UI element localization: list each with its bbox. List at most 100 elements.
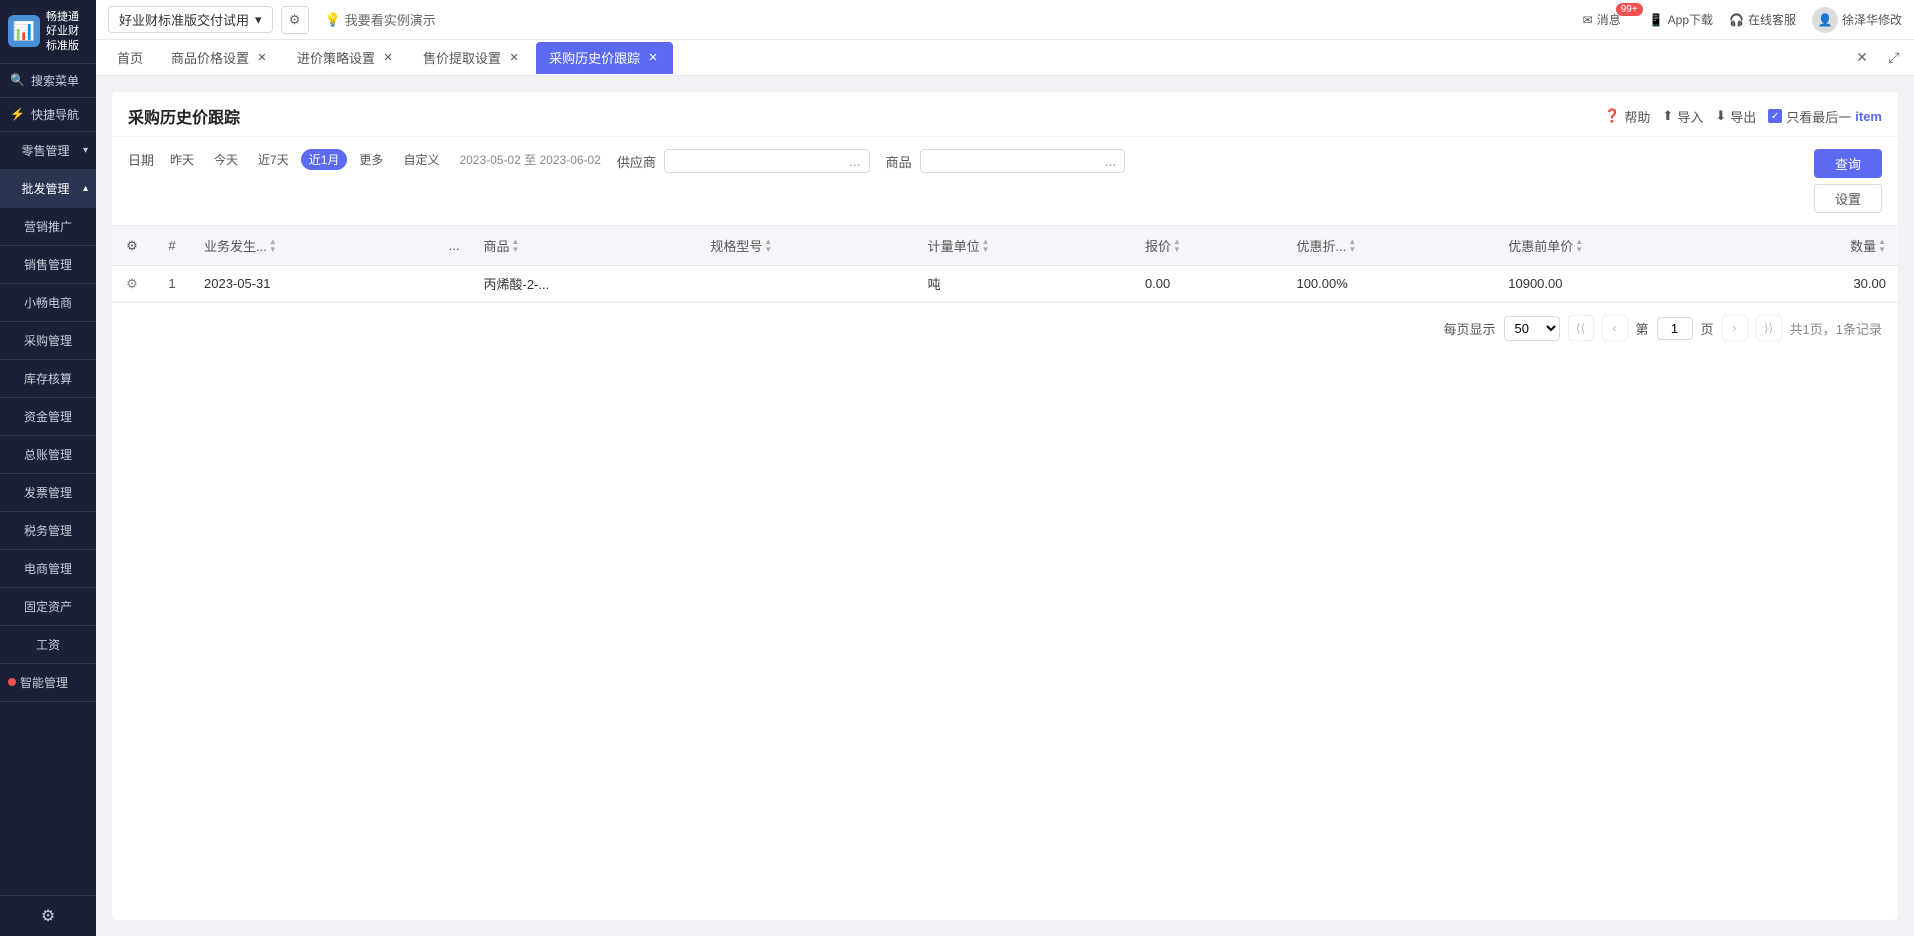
sidebar-item-retail[interactable]: 零售管理 ▾	[0, 132, 96, 170]
tab-home[interactable]: 首页	[104, 42, 156, 74]
th-product[interactable]: 商品 ▲▼	[472, 226, 699, 266]
last-only-checkbox-wrap[interactable]: ✓ 只看最后一 item	[1768, 107, 1882, 126]
sidebar-item-tax[interactable]: 税务管理	[0, 512, 96, 550]
sidebar-search[interactable]: 🔍 搜索菜单	[0, 64, 96, 98]
th-gear[interactable]: ⚙	[112, 226, 152, 266]
sidebar-item-sales[interactable]: 销售管理	[0, 246, 96, 284]
date-option-yesterday[interactable]: 昨天	[162, 149, 202, 170]
sort-arrows-unit: ▲▼	[982, 238, 990, 254]
per-page-label: 每页显示	[1443, 319, 1495, 338]
chevron-down-icon: ▾	[83, 145, 88, 156]
app-logo-icon: 📊	[8, 15, 40, 47]
tab-fullscreen-button[interactable]: ⤢	[1882, 46, 1906, 70]
demo-button[interactable]: 💡 我要看实例演示	[325, 10, 436, 29]
version-selector[interactable]: 好业财标准版交付试用 ▾	[108, 6, 273, 33]
sidebar-item-ecommerce-small[interactable]: 小畅电商	[0, 284, 96, 322]
user-profile-button[interactable]: 👤 徐泽华修改	[1812, 7, 1902, 33]
th-price[interactable]: 报价 ▲▼	[1133, 226, 1285, 266]
online-service-button[interactable]: 🎧 在线客服	[1729, 11, 1796, 28]
tab-close-button[interactable]: ✕	[1850, 46, 1874, 70]
th-more-label: ...	[449, 238, 460, 253]
date-option-today[interactable]: 今天	[206, 149, 246, 170]
chevron-down-icon: ▾	[255, 12, 262, 28]
th-date[interactable]: 业务发生... ▲▼	[192, 226, 437, 266]
sidebar-item-marketing[interactable]: 营销推广	[0, 208, 96, 246]
item-text: item	[1855, 109, 1882, 124]
tab-bar: 首页 商品价格设置 ✕ 进价策略设置 ✕ 售价提取设置 ✕ 采购历史价跟踪 ✕ …	[96, 40, 1914, 76]
td-price: 0.00	[1133, 266, 1285, 302]
tab-purchase-strategy-close[interactable]: ✕	[381, 51, 395, 65]
tab-sale-price[interactable]: 售价提取设置 ✕	[410, 42, 534, 74]
sort-arrows-date: ▲▼	[269, 238, 277, 254]
export-button[interactable]: ⬇ 导出	[1715, 107, 1756, 126]
headset-icon: 🎧	[1729, 13, 1744, 27]
chevron-up-icon: ▴	[83, 183, 88, 194]
first-page-button[interactable]: ⟨⟨	[1568, 315, 1594, 341]
table-row: ⚙ 1 2023-05-31 丙烯酸-2-... 吨 0.00 100.00% …	[112, 266, 1898, 302]
sidebar-item-wholesale[interactable]: 批发管理 ▴	[0, 170, 96, 208]
sidebar-item-smart[interactable]: 智能管理	[0, 664, 96, 702]
td-more	[437, 266, 472, 302]
sidebar-item-account[interactable]: 总账管理	[0, 436, 96, 474]
sidebar-item-assets[interactable]: 固定资产	[0, 588, 96, 626]
help-button[interactable]: ❓ 帮助	[1604, 107, 1650, 126]
query-button[interactable]: 查询	[1814, 149, 1882, 178]
sidebar-item-settings[interactable]: ⚙	[0, 895, 96, 936]
date-option-week7[interactable]: 近7天	[250, 149, 297, 170]
th-discount[interactable]: 优惠折... ▲▼	[1284, 226, 1496, 266]
product-input[interactable]	[929, 154, 1105, 169]
tab-purchase-strategy-label: 进价策略设置	[297, 48, 375, 67]
tab-sale-price-close[interactable]: ✕	[507, 51, 521, 65]
th-spec[interactable]: 规格型号 ▲▼	[698, 226, 915, 266]
th-quantity[interactable]: 数量 ▲▼	[1746, 226, 1898, 266]
tab-price-close[interactable]: ✕	[255, 51, 269, 65]
messages-button[interactable]: ✉ 消息 99+	[1583, 11, 1633, 28]
last-only-checkbox[interactable]: ✓	[1768, 109, 1782, 123]
import-icon: ⬆	[1662, 108, 1673, 124]
product-ellipsis[interactable]: ...	[1105, 153, 1117, 169]
sort-arrows-pre-discount: ▲▼	[1575, 238, 1583, 254]
th-pre-discount[interactable]: 优惠前单价 ▲▼	[1496, 226, 1746, 266]
sidebar-item-invoice[interactable]: 发票管理	[0, 474, 96, 512]
tab-history-price[interactable]: 采购历史价跟踪 ✕	[536, 42, 673, 74]
sidebar-item-inventory[interactable]: 库存核算	[0, 360, 96, 398]
page-number-input[interactable]	[1657, 317, 1693, 340]
per-page-select[interactable]: 50 10 20 100	[1504, 316, 1560, 341]
th-pre-discount-label: 优惠前单价	[1508, 236, 1573, 255]
th-num: #	[152, 226, 192, 266]
import-button[interactable]: ⬆ 导入	[1662, 107, 1703, 126]
supplier-input[interactable]	[673, 154, 849, 169]
sidebar-item-ecommerce[interactable]: 电商管理	[0, 550, 96, 588]
filter-bar: 日期 昨天 今天 近7天 近1月 更多 自定义 2023-05-02 至 202…	[112, 137, 1898, 226]
last-page-button[interactable]: ⟩⟩	[1756, 315, 1782, 341]
date-option-month1[interactable]: 近1月	[301, 149, 348, 170]
filter-settings-button[interactable]: 设置	[1814, 184, 1882, 213]
date-option-custom[interactable]: 自定义	[395, 149, 447, 170]
sidebar-item-salary[interactable]: 工资	[0, 626, 96, 664]
sidebar-salary-label: 工资	[8, 636, 88, 653]
th-more[interactable]: ...	[437, 226, 472, 266]
next-page-button[interactable]: ›	[1722, 315, 1748, 341]
sidebar: 📊 畅捷通好业财 标准版 🔍 搜索菜单 ⚡ 快捷导航 零售管理 ▾ 批发管理 ▴…	[0, 0, 96, 936]
supplier-ellipsis[interactable]: ...	[849, 153, 861, 169]
sidebar-item-purchase[interactable]: 采购管理	[0, 322, 96, 360]
app-download-button[interactable]: 📱 App下载	[1649, 11, 1713, 28]
th-price-label: 报价	[1145, 236, 1171, 255]
topbar-settings-button[interactable]: ⚙	[281, 6, 309, 34]
tab-price[interactable]: 商品价格设置 ✕	[158, 42, 282, 74]
sidebar-item-finance[interactable]: 资金管理	[0, 398, 96, 436]
app-logo-text: 畅捷通好业财 标准版	[46, 10, 88, 53]
mobile-icon: 📱	[1649, 13, 1664, 27]
sidebar-quicknav[interactable]: ⚡ 快捷导航	[0, 98, 96, 132]
th-unit[interactable]: 计量单位 ▲▼	[916, 226, 1133, 266]
gear-icon: ⚙	[289, 12, 301, 28]
sidebar-smart-label: 智能管理	[20, 674, 68, 691]
date-option-more[interactable]: 更多	[351, 149, 391, 170]
tab-history-price-close[interactable]: ✕	[646, 51, 660, 65]
main-area: 好业财标准版交付试用 ▾ ⚙ 💡 我要看实例演示 ✉ 消息 99+ 📱 App下…	[96, 0, 1914, 936]
tab-purchase-strategy[interactable]: 进价策略设置 ✕	[284, 42, 408, 74]
row-gear-icon[interactable]: ⚙	[126, 276, 138, 291]
pagination: 每页显示 50 10 20 100 ⟨⟨ ‹ 第 页 › ⟩⟩ 共1页，1条记录	[112, 302, 1898, 353]
prev-page-button[interactable]: ‹	[1602, 315, 1628, 341]
td-gear[interactable]: ⚙	[112, 266, 152, 302]
